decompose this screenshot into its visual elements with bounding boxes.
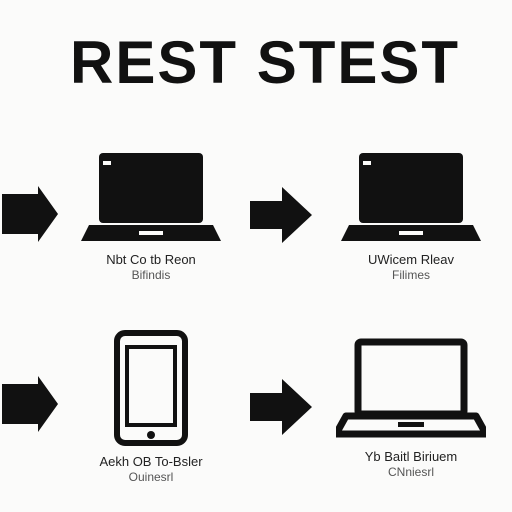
arrow-2: [236, 379, 326, 435]
caption-3-line1: Aekh OB To-Bsler: [99, 455, 202, 470]
cell-laptop-2: UWicem Rleav Filimes: [326, 147, 496, 283]
caption-3-line2: Ouinesrl: [99, 471, 202, 485]
caption-4: Yb Baitl Biriuem CNniesrl: [365, 450, 457, 480]
page-title: REST STEST: [70, 28, 460, 97]
tablet-outline-icon: [101, 329, 201, 449]
caption-2-line1: UWicem Rleav: [368, 253, 454, 268]
cell-tablet: Aekh OB To-Bsler Ouinesrl: [66, 329, 236, 485]
cell-laptop-outline: Yb Baitl Biriuem CNniesrl: [326, 334, 496, 480]
diagram-grid: Nbt Co tb Reon Bifindis UWicem Rleav: [0, 130, 512, 512]
arrow-right-icon: [250, 379, 312, 435]
caption-2: UWicem Rleav Filimes: [368, 253, 454, 283]
laptop-outline-icon: [336, 334, 486, 444]
row-2: Aekh OB To-Bsler Ouinesrl Yb Baitl Biriu…: [0, 322, 512, 492]
arrow-right-icon: [250, 187, 312, 243]
caption-4-line1: Yb Baitl Biriuem: [365, 450, 457, 465]
arrow-1: [236, 187, 326, 243]
caption-1: Nbt Co tb Reon Bifindis: [106, 253, 196, 283]
laptop-solid-icon: [341, 147, 481, 247]
row-1: Nbt Co tb Reon Bifindis UWicem Rleav: [0, 130, 512, 300]
caption-4-line2: CNniesrl: [365, 466, 457, 480]
caption-2-line2: Filimes: [368, 269, 454, 283]
caption-1-line1: Nbt Co tb Reon: [106, 253, 196, 268]
laptop-solid-icon: [81, 147, 221, 247]
cell-laptop-1: Nbt Co tb Reon Bifindis: [66, 147, 236, 283]
caption-1-line2: Bifindis: [106, 269, 196, 283]
caption-3: Aekh OB To-Bsler Ouinesrl: [99, 455, 202, 485]
